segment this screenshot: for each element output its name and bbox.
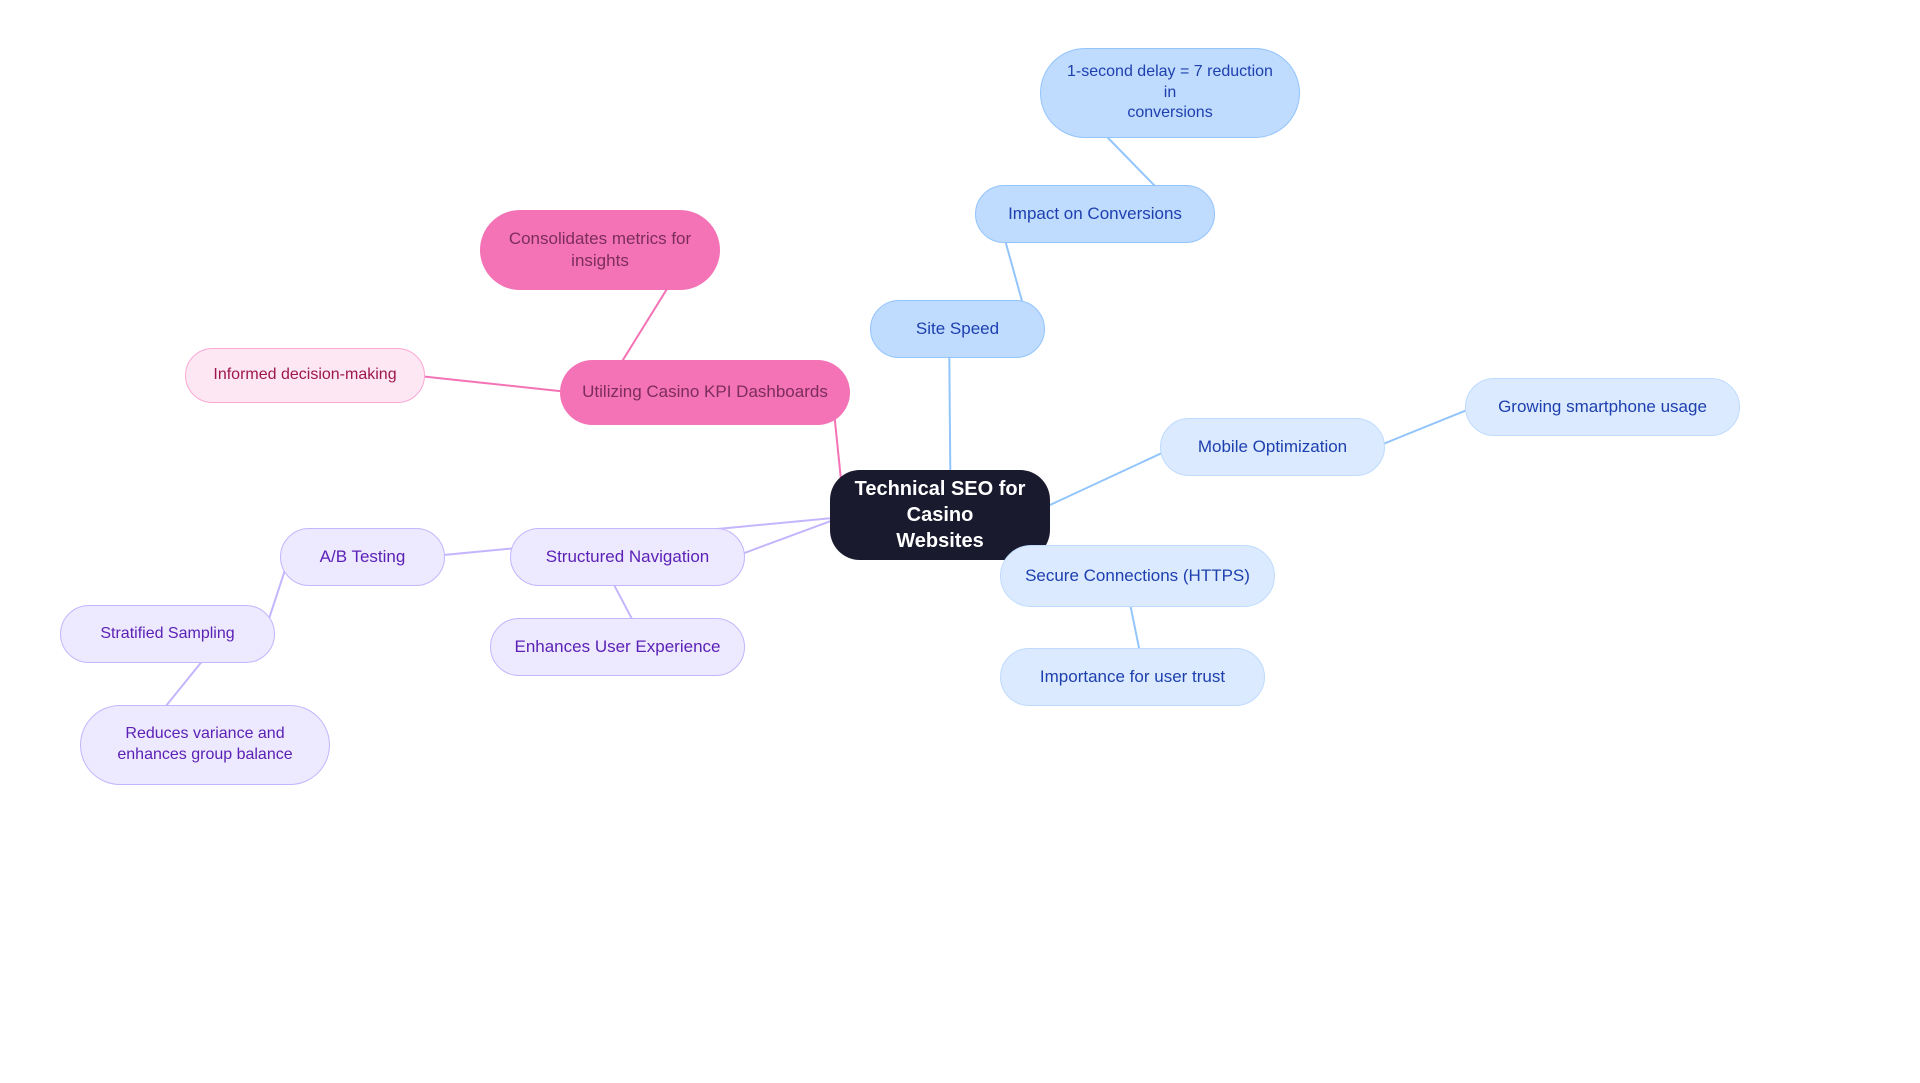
center-node: Technical SEO for Casino Websites bbox=[830, 470, 1050, 560]
one-second-node: 1-second delay = 7 reduction in conversi… bbox=[1040, 48, 1300, 138]
growing-smartphone-node: Growing smartphone usage bbox=[1465, 378, 1740, 436]
enhances-ux-node: Enhances User Experience bbox=[490, 618, 745, 676]
importance-trust-node: Importance for user trust bbox=[1000, 648, 1265, 706]
ab-testing-node: A/B Testing bbox=[280, 528, 445, 586]
secure-connections-node: Secure Connections (HTTPS) bbox=[1000, 545, 1275, 607]
impact-conversions-node: Impact on Conversions bbox=[975, 185, 1215, 243]
consolidates-node: Consolidates metrics for insights bbox=[480, 210, 720, 290]
reduces-variance-node: Reduces variance and enhances group bala… bbox=[80, 705, 330, 785]
stratified-node: Stratified Sampling bbox=[60, 605, 275, 663]
mobile-opt-node: Mobile Optimization bbox=[1160, 418, 1385, 476]
utilizing-kpi-node: Utilizing Casino KPI Dashboards bbox=[560, 360, 850, 425]
mindmap-container: Technical SEO for Casino Websites Utiliz… bbox=[0, 0, 1920, 1083]
site-speed-node: Site Speed bbox=[870, 300, 1045, 358]
structured-nav-node: Structured Navigation bbox=[510, 528, 745, 586]
informed-node: Informed decision-making bbox=[185, 348, 425, 403]
